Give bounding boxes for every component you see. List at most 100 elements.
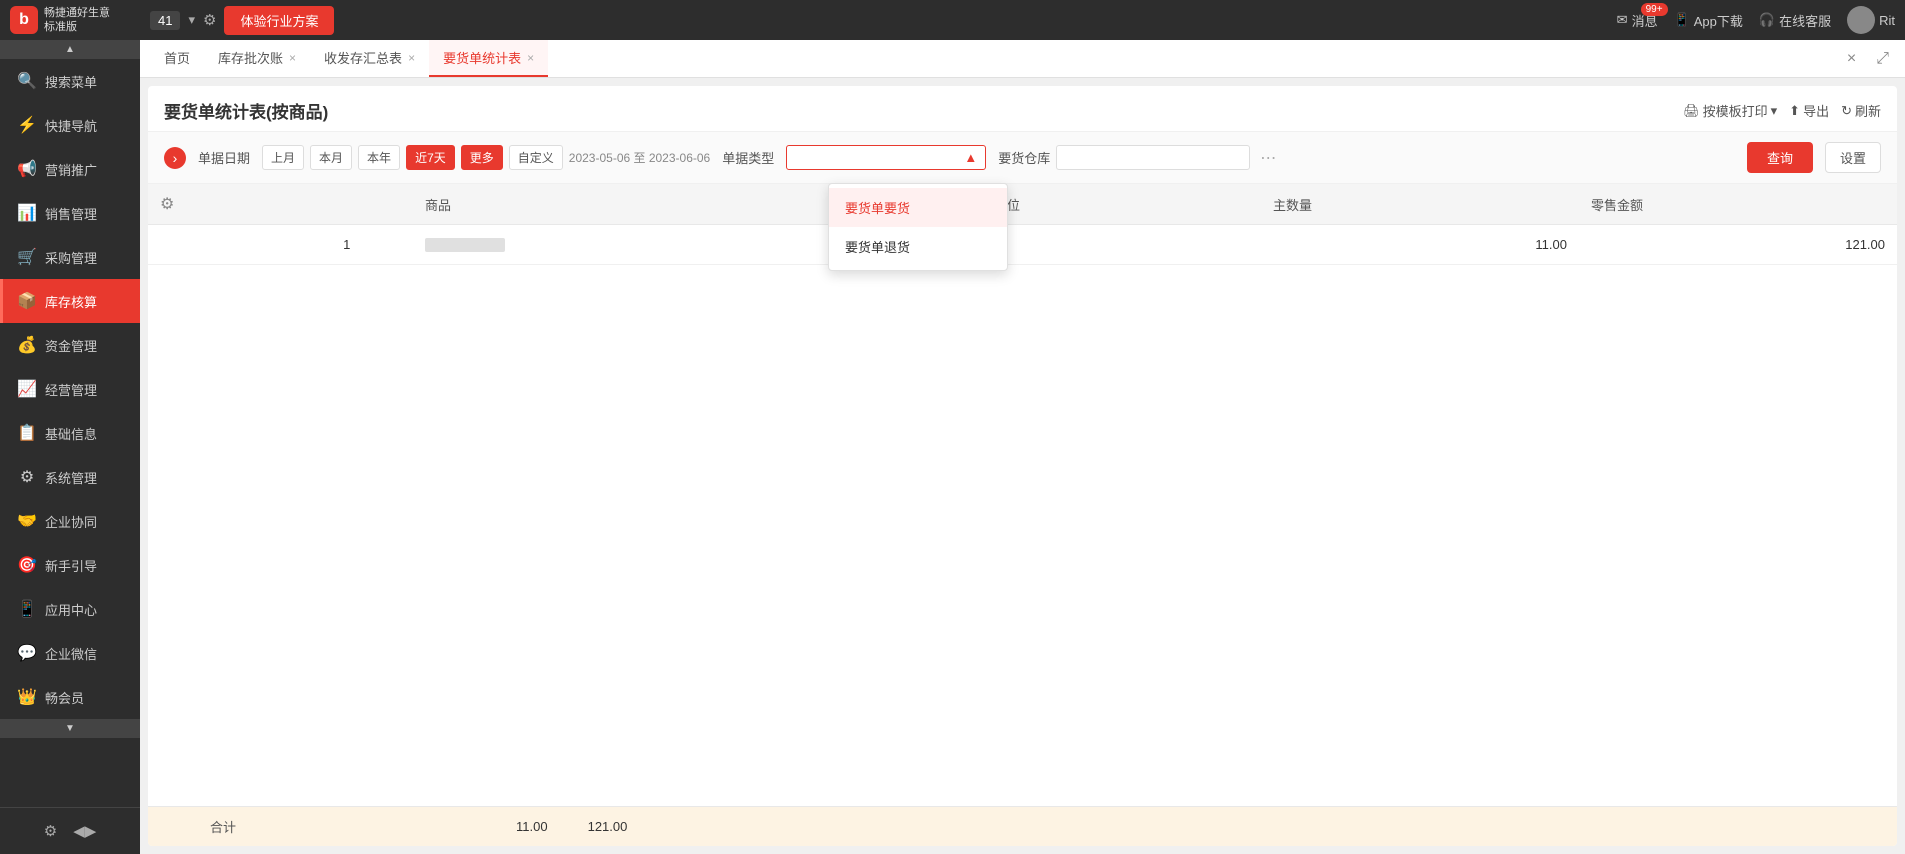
template-print-icon: 🖨 [1683, 103, 1700, 119]
type-select[interactable]: ▲ [786, 145, 986, 170]
service-btn[interactable]: 🎧 在线客服 [1759, 11, 1831, 30]
sidebar-item-operations[interactable]: 📈 经营管理 [0, 367, 140, 411]
main-layout: ▲ 🔍 搜索菜单 ⚡ 快捷导航 📢 营销推广 📊 销售管理 🛒 采购管理 📦 库… [0, 40, 1905, 854]
sidebar-label-purchase: 采购管理 [45, 248, 97, 267]
tab-order-stats-close[interactable]: × [527, 51, 534, 65]
sidebar-settings-btn[interactable]: ⚙ [38, 816, 63, 846]
date-btn-last-month[interactable]: 上月 [262, 145, 304, 170]
purchase-icon: 🛒 [17, 247, 37, 267]
sidebar-item-app-center[interactable]: 📱 应用中心 [0, 587, 140, 631]
filter-expand-btn[interactable]: › [164, 147, 186, 169]
date-btn-this-month[interactable]: 本月 [310, 145, 352, 170]
sidebar-item-wechat[interactable]: 💬 企业微信 [0, 631, 140, 675]
tab-inventory-batch[interactable]: 库存批次账 × [204, 40, 310, 77]
sidebar-bottom: ⚙ ◀▶ [0, 807, 140, 854]
sidebar-item-purchase[interactable]: 🛒 采购管理 [0, 235, 140, 279]
sidebar-item-sales[interactable]: 📊 销售管理 [0, 191, 140, 235]
date-btn-this-year[interactable]: 本年 [358, 145, 400, 170]
sidebar-item-member[interactable]: 👑 畅会员 [0, 675, 140, 719]
sidebar-label-marketing: 营销推广 [45, 160, 97, 179]
sidebar-item-inventory[interactable]: 📦 库存核算 [0, 279, 140, 323]
template-print-btn[interactable]: 🖨 按模板打印 ▾ [1683, 101, 1777, 120]
topbar: b 畅捷通好生意 标准版 41 ▾ ⚙ 体验行业方案 ✉ 消息 99+ 📱 Ap… [0, 0, 1905, 40]
filter-bar: › 单据日期 上月 本月 本年 近7天 更多 自定义 2023-05-06 至 … [148, 132, 1897, 184]
topbar-right: ✉ 消息 99+ 📱 App下载 🎧 在线客服 Rit [1617, 6, 1895, 34]
dropdown-item-order-goods[interactable]: 要货单要货 [829, 188, 1007, 227]
sidebar-item-enterprise[interactable]: 🤝 企业协同 [0, 499, 140, 543]
topbar-center: 41 ▾ ⚙ 体验行业方案 [150, 6, 1617, 35]
date-btn-more[interactable]: 更多 [461, 145, 503, 170]
tab-order-stats-label: 要货单统计表 [443, 48, 521, 67]
sidebar-label-inventory: 库存核算 [45, 292, 97, 311]
app-download-btn[interactable]: 📱 App下载 [1674, 11, 1743, 30]
sidebar-item-quick-nav[interactable]: ⚡ 快捷导航 [0, 103, 140, 147]
dropdown-item-order-return[interactable]: 要货单退货 [829, 227, 1007, 266]
refresh-icon: ↻ [1841, 103, 1852, 119]
operations-icon: 📈 [17, 379, 37, 399]
sidebar-item-marketing[interactable]: 📢 营销推广 [0, 147, 140, 191]
sidebar-scroll-down[interactable]: ▼ [0, 719, 140, 738]
col-num-header [281, 184, 414, 225]
sidebar-item-base-info[interactable]: 📋 基础信息 [0, 411, 140, 455]
template-chevron-icon: ▾ [1771, 103, 1778, 119]
tab-receivable-summary-label: 收发存汇总表 [324, 48, 402, 67]
topbar-gear-icon[interactable]: ⚙ [203, 11, 216, 29]
sidebar-label-sales: 销售管理 [45, 204, 97, 223]
export-btn[interactable]: ⬆ 导出 [1789, 101, 1829, 120]
sidebar-item-finance[interactable]: 💰 资金管理 [0, 323, 140, 367]
content-area: 首页 库存批次账 × 收发存汇总表 × 要货单统计表 × × ⤢ 要 [140, 40, 1905, 854]
industry-btn[interactable]: 体验行业方案 [224, 6, 334, 35]
sidebar-label-wechat: 企业微信 [45, 644, 97, 663]
date-btn-custom[interactable]: 自定义 [509, 145, 563, 170]
sidebar-toggle-btn[interactable]: ◀▶ [67, 816, 102, 846]
sidebar-scroll-up[interactable]: ▲ [0, 40, 140, 59]
service-icon: 🎧 [1759, 12, 1775, 28]
page-content: 要货单统计表(按商品) 🖨 按模板打印 ▾ ⬆ 导出 ↻ 刷新 [148, 86, 1897, 846]
type-label: 单据类型 [722, 148, 774, 167]
date-btn-7days[interactable]: 近7天 [406, 145, 455, 170]
query-btn[interactable]: 查询 [1747, 142, 1813, 173]
message-btn[interactable]: ✉ 消息 99+ [1617, 11, 1658, 30]
user-avatar[interactable]: Rit [1847, 6, 1895, 34]
sidebar-label-app-center: 应用中心 [45, 600, 97, 619]
col-qty-header: 主数量 [1261, 184, 1579, 225]
sidebar-label-base-info: 基础信息 [45, 424, 97, 443]
sidebar-item-guide[interactable]: 🎯 新手引导 [0, 543, 140, 587]
guide-icon: 🎯 [17, 555, 37, 575]
page-header: 要货单统计表(按商品) 🖨 按模板打印 ▾ ⬆ 导出 ↻ 刷新 [148, 86, 1897, 132]
account-chevron-icon[interactable]: ▾ [188, 12, 195, 28]
warehouse-more-icon[interactable]: ⋯ [1260, 148, 1276, 168]
sidebar: ▲ 🔍 搜索菜单 ⚡ 快捷导航 📢 营销推广 📊 销售管理 🛒 采购管理 📦 库… [0, 40, 140, 854]
tab-home-label: 首页 [164, 48, 190, 67]
sidebar-item-system[interactable]: ⚙ 系统管理 [0, 455, 140, 499]
tab-receivable-summary[interactable]: 收发存汇总表 × [310, 40, 429, 77]
sidebar-item-search[interactable]: 🔍 搜索菜单 [0, 59, 140, 103]
tab-home[interactable]: 首页 [150, 40, 204, 77]
logo-text: 畅捷通好生意 标准版 [44, 6, 110, 35]
tab-bar-actions: × ⤢ [1841, 48, 1895, 70]
page-header-actions: 🖨 按模板打印 ▾ ⬆ 导出 ↻ 刷新 [1683, 101, 1881, 120]
system-icon: ⚙ [17, 467, 37, 487]
avatar-image [1847, 6, 1875, 34]
account-number[interactable]: 41 [150, 11, 180, 30]
base-info-icon: 📋 [17, 423, 37, 443]
message-badge: 99+ [1641, 3, 1668, 16]
logo-icon: b [10, 6, 38, 34]
sidebar-label-search: 搜索菜单 [45, 72, 97, 91]
export-icon: ⬆ [1789, 103, 1800, 119]
refresh-btn[interactable]: ↻ 刷新 [1841, 101, 1881, 120]
message-icon: ✉ [1617, 12, 1628, 28]
tab-receivable-summary-close[interactable]: × [408, 51, 415, 65]
settings-btn[interactable]: 设置 [1825, 142, 1881, 173]
table-settings-icon[interactable]: ⚙ [160, 196, 174, 213]
table-header-row: ⚙ 商品 主计量单位 主数量 零售金额 [148, 184, 1897, 225]
tab-inventory-batch-close[interactable]: × [289, 51, 296, 65]
tab-expand-btn[interactable]: ⤢ [1870, 48, 1895, 70]
sidebar-label-member: 畅会员 [45, 688, 84, 707]
footer-total-amount: 121.00 [588, 819, 628, 834]
warehouse-input[interactable] [1056, 145, 1250, 170]
tab-order-stats[interactable]: 要货单统计表 × [429, 40, 548, 77]
table-row: 1 块 11.00 121.00 [148, 225, 1897, 265]
warehouse-label: 要货仓库 [998, 148, 1050, 167]
tab-close-all-btn[interactable]: × [1841, 48, 1862, 70]
